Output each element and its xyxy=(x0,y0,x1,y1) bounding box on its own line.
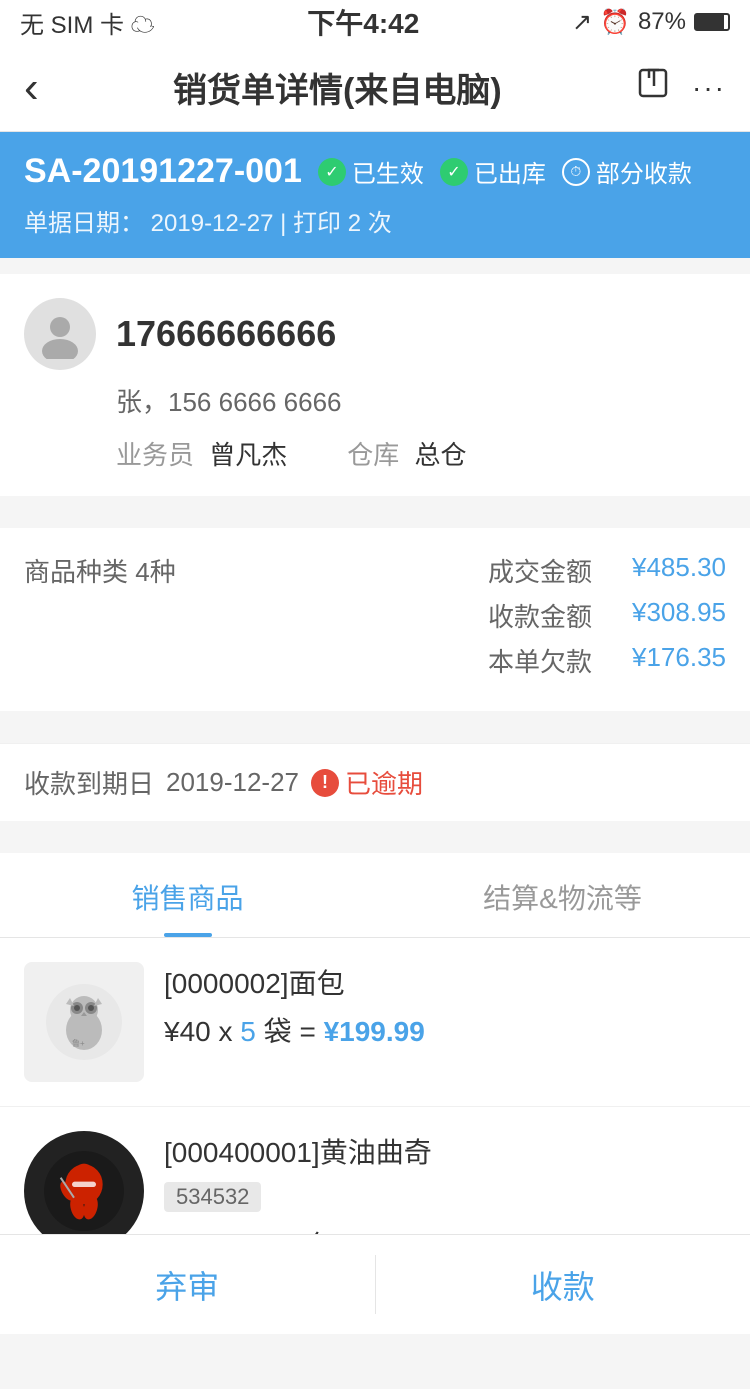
status-effected: ✓ 已生效 xyxy=(318,154,424,189)
tab-sales-products-label: 销售商品 xyxy=(131,883,243,914)
battery-label: 87% xyxy=(638,8,686,36)
alarm-icon: ⏰ xyxy=(600,8,630,37)
tab-settlement[interactable]: 结算&物流等 xyxy=(375,853,750,937)
nav-left-actions: ‹ xyxy=(24,63,39,113)
page-title: 销货单详情(来自电脑) xyxy=(173,63,502,112)
check-effected-icon: ✓ xyxy=(318,158,346,186)
product-name-bread: [0000002]面包 xyxy=(164,962,726,1002)
received-value: ¥308.95 xyxy=(632,597,726,634)
due-date-section: 收款到期日 2019-12-27 ! 已逾期 xyxy=(0,743,750,821)
sales-label: 业务员 xyxy=(116,440,194,470)
print-label: 打印 xyxy=(293,210,341,237)
tab-settlement-label: 结算&物流等 xyxy=(483,883,642,914)
customer-meta: 业务员 曾凡杰 仓库 总仓 xyxy=(116,435,726,472)
customer-avatar xyxy=(24,298,96,370)
location-icon: ↗ xyxy=(572,8,592,37)
warehouse-info: 仓库 总仓 xyxy=(347,435,466,472)
bread-multiply: x xyxy=(219,1016,241,1047)
bottom-bar: 弃审 收款 xyxy=(0,1234,750,1334)
customer-name: 17666666666 xyxy=(116,313,336,355)
product-info-bread: [0000002]面包 ¥40 x 5 袋 = ¥199.99 xyxy=(164,962,726,1050)
deal-amount-row: 成交金额 ¥485.30 xyxy=(488,552,726,589)
separator-3 xyxy=(0,821,750,837)
tabs-section: 销售商品 结算&物流等 xyxy=(0,853,750,938)
nav-right-actions: ··· xyxy=(636,66,726,110)
nav-bar: ‹ 销货单详情(来自电脑) ··· xyxy=(0,44,750,132)
due-date-label: 收款到期日 xyxy=(24,764,154,801)
bread-base-price: ¥40 xyxy=(164,1016,211,1047)
order-id-row: SA-20191227-001 ✓ 已生效 ✓ 已出库 ⏱ 部分收款 xyxy=(24,152,726,191)
print-unit-label: 次 xyxy=(368,210,392,237)
separator-2 xyxy=(0,711,750,727)
overdue-badge: ! 已逾期 xyxy=(311,764,423,801)
product-name-cookie: [000400001]黄油曲奇 xyxy=(164,1131,726,1171)
bread-equals: = xyxy=(299,1016,323,1047)
received-label: 收款金额 xyxy=(488,597,592,634)
overdue-text: 已逾期 xyxy=(345,764,423,801)
back-button[interactable]: ‹ xyxy=(24,63,39,113)
deal-amount-label: 成交金额 xyxy=(488,552,592,589)
check-shipped-icon: ✓ xyxy=(440,158,468,186)
bread-qty: 5 xyxy=(240,1016,256,1047)
shipped-label: 已出库 xyxy=(474,154,546,189)
category-count-value: 4种 xyxy=(135,557,175,587)
tabs-row: 销售商品 结算&物流等 xyxy=(0,853,750,937)
product-price-bread: ¥40 x 5 袋 = ¥199.99 xyxy=(164,1010,726,1050)
confirm-payment-button[interactable]: 收款 xyxy=(376,1235,750,1334)
sales-info: 业务员 曾凡杰 xyxy=(116,435,287,472)
deal-amount-value: ¥485.30 xyxy=(632,552,726,589)
warehouse-label: 仓库 xyxy=(347,440,399,470)
order-id: SA-20191227-001 xyxy=(24,152,302,191)
stats-right: 成交金额 ¥485.30 收款金额 ¥308.95 本单欠款 ¥176.35 xyxy=(488,552,726,687)
print-count-value: 2 xyxy=(348,210,361,237)
sales-value: 曾凡杰 xyxy=(209,440,287,470)
status-shipped: ✓ 已出库 xyxy=(440,154,546,189)
status-right: ↗ ⏰ 87% xyxy=(572,8,730,37)
svg-text:鲁+: 鲁+ xyxy=(72,1038,85,1048)
balance-label: 本单欠款 xyxy=(488,642,592,679)
date-value: 2019-12-27 xyxy=(151,210,274,237)
status-time: 下午4:42 xyxy=(307,2,419,42)
cancel-button[interactable]: 弃审 xyxy=(0,1235,375,1334)
share-icon[interactable] xyxy=(636,66,672,110)
print-separator: | xyxy=(280,210,293,237)
battery-icon xyxy=(694,13,730,31)
customer-row: 17666666666 xyxy=(24,298,726,370)
sim-label: 无 SIM 卡 ☁ xyxy=(20,5,155,40)
clock-partial-icon: ⏱ xyxy=(562,158,590,186)
more-options-icon[interactable]: ··· xyxy=(692,72,726,104)
due-date-value: 2019-12-27 xyxy=(166,767,299,798)
balance-row: 本单欠款 ¥176.35 xyxy=(488,642,726,679)
bread-unit: 袋 xyxy=(264,1016,292,1047)
customer-subinfo: 张，156 6666 6666 xyxy=(116,382,726,419)
warehouse-value: 总仓 xyxy=(415,440,467,470)
tab-sales-products[interactable]: 销售商品 xyxy=(0,853,375,937)
status-left: 无 SIM 卡 ☁ xyxy=(20,5,155,40)
effected-label: 已生效 xyxy=(352,154,424,189)
overdue-icon: ! xyxy=(311,769,339,797)
product-item: 鲁+ [0000002]面包 ¥40 x 5 袋 = ¥199.99 xyxy=(0,938,750,1107)
separator-1 xyxy=(0,496,750,512)
product-tag-cookie: 534532 xyxy=(164,1182,261,1212)
customer-section: 17666666666 张，156 6666 6666 业务员 曾凡杰 仓库 总… xyxy=(0,274,750,496)
product-thumb-bread: 鲁+ xyxy=(24,962,144,1082)
date-label: 单据日期： xyxy=(24,210,144,237)
stats-left: 商品种类 4种 xyxy=(24,552,176,589)
order-header: SA-20191227-001 ✓ 已生效 ✓ 已出库 ⏱ 部分收款 单据日期：… xyxy=(0,132,750,258)
bread-total: ¥199.99 xyxy=(324,1016,425,1047)
status-bar: 无 SIM 卡 ☁ 下午4:42 ↗ ⏰ 87% xyxy=(0,0,750,44)
partial-label: 部分收款 xyxy=(596,154,692,189)
status-partial: ⏱ 部分收款 xyxy=(562,154,692,189)
order-date-row: 单据日期： 2019-12-27 | 打印 2 次 xyxy=(24,203,726,238)
stats-section: 商品种类 4种 成交金额 ¥485.30 收款金额 ¥308.95 本单欠款 ¥… xyxy=(0,528,750,711)
category-label: 商品种类 xyxy=(24,557,128,587)
balance-value: ¥176.35 xyxy=(632,642,726,679)
received-row: 收款金额 ¥308.95 xyxy=(488,597,726,634)
product-thumb-cookie xyxy=(24,1131,144,1251)
